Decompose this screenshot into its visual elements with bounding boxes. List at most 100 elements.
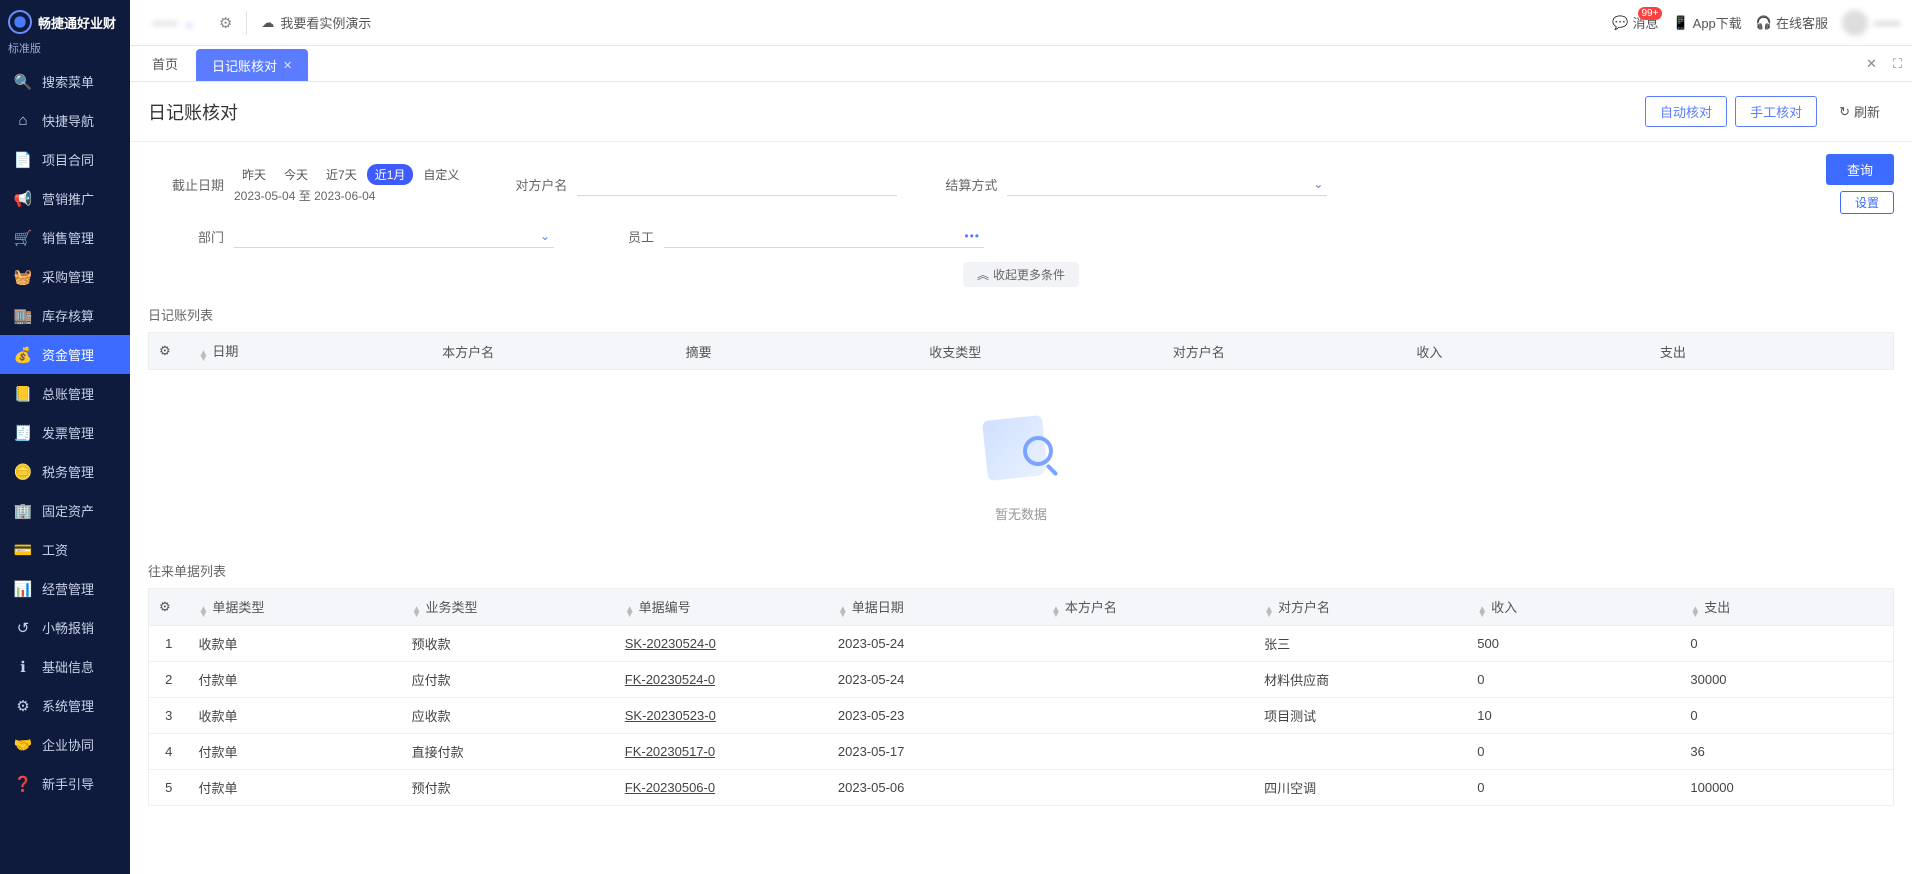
tab-journal-check[interactable]: 日记账核对 ✕ [196,49,308,81]
date-quick-3[interactable]: 近1月 [367,164,414,185]
sidebar-item-10[interactable]: 🪙 税务管理 [0,452,130,491]
cell-out: 0 [1680,698,1893,734]
sort-icon[interactable]: ▲▼ [199,351,209,361]
nav-label: 库存核算 [42,306,94,325]
cell-doctype: 付款单 [189,734,402,770]
cell-docno[interactable]: FK-20230517-0 [615,734,828,770]
org-selector[interactable]: —— ⌄ [142,11,205,35]
journal-col-5[interactable]: 收入 [1406,333,1650,370]
app-download-button[interactable]: 📱 App下载 [1672,13,1741,32]
sort-icon[interactable]: ▲▼ [838,607,848,617]
cell-docno[interactable]: SK-20230524-0 [615,626,828,662]
table-row[interactable]: 2付款单应付款FK-20230524-02023-05-24材料供应商03000… [149,662,1894,698]
chevron-down-icon[interactable]: ⌄ [1313,177,1323,191]
demo-link[interactable]: ☁ 我要看实例演示 [261,13,371,32]
sidebar-item-15[interactable]: ℹ基础信息 [0,647,130,686]
trans-col-0[interactable]: ▲▼单据类型 [189,589,402,626]
chevron-down-icon[interactable]: ⌄ [540,229,550,243]
trans-col-6[interactable]: ▲▼收入 [1467,589,1680,626]
cell-doctype: 收款单 [189,626,402,662]
counter-input[interactable] [577,172,897,196]
nav-label: 营销推广 [42,189,94,208]
sidebar-item-13[interactable]: 📊经营管理 [0,569,130,608]
close-icon[interactable]: ✕ [283,59,292,72]
sidebar-item-7[interactable]: 💰资金管理 [0,335,130,374]
journal-col-1[interactable]: 本方户名 [432,333,676,370]
table-row[interactable]: 5付款单预付款FK-20230506-02023-05-06四川空调010000… [149,770,1894,806]
sidebar-item-18[interactable]: ❓新手引导 [0,764,130,803]
sidebar-item-3[interactable]: 📢营销推广 [0,179,130,218]
sort-icon[interactable]: ▲▼ [1477,607,1487,617]
settings-button[interactable]: 设置 [1840,191,1894,214]
query-button[interactable]: 查询 [1826,154,1894,185]
service-button[interactable]: 🎧 在线客服 [1756,13,1828,32]
sort-icon[interactable]: ▲▼ [625,607,635,617]
staff-input[interactable] [664,224,984,248]
divider [246,11,247,35]
sidebar-item-4[interactable]: 🛒销售管理 [0,218,130,257]
sort-icon[interactable]: ▲▼ [1690,607,1700,617]
manual-check-button[interactable]: 手工核对 [1735,96,1817,127]
settle-input[interactable] [1007,172,1327,196]
sidebar-item-0[interactable]: 🔍搜索菜单 [0,62,130,101]
sidebar-item-11[interactable]: 🏢固定资产 [0,491,130,530]
sidebar-item-2[interactable]: 📄项目合同 [0,140,130,179]
sort-icon[interactable]: ▲▼ [199,607,209,617]
more-icon[interactable]: ••• [964,229,980,243]
trans-col-7[interactable]: ▲▼支出 [1680,589,1893,626]
col-settings[interactable]: ⚙ [149,589,189,626]
sidebar-item-6[interactable]: 🏬库存核算 [0,296,130,335]
trans-col-3[interactable]: ▲▼单据日期 [828,589,1041,626]
collapse-filters-button[interactable]: ︽ 收起更多条件 [963,262,1079,287]
trans-title: 往来单据列表 [130,553,1912,588]
auto-check-button[interactable]: 自动核对 [1645,96,1727,127]
tabs-expand-icon[interactable]: ⛶ [1889,54,1906,74]
brand-edition: 标准版 [0,40,130,56]
dept-input[interactable] [234,224,554,248]
trans-col-4[interactable]: ▲▼本方户名 [1041,589,1254,626]
empty-illustration [971,410,1071,490]
cell-other [1254,734,1467,770]
sidebar-item-1[interactable]: ⌂快捷导航 [0,101,130,140]
nav-icon: 🪙 [14,463,32,481]
refresh-button[interactable]: ↻ 刷新 [1825,97,1894,126]
date-quick-2[interactable]: 近7天 [318,164,365,185]
chevron-up-icon: ︽ [977,266,989,283]
sidebar-item-9[interactable]: 🧾发票管理 [0,413,130,452]
sidebar-item-16[interactable]: ⚙系统管理 [0,686,130,725]
cell-docno[interactable]: FK-20230506-0 [615,770,828,806]
nav-label: 税务管理 [42,462,94,481]
date-quick-0[interactable]: 昨天 [234,164,274,185]
tabs-close-all-icon[interactable]: ✕ [1862,54,1881,74]
table-row[interactable]: 4付款单直接付款FK-20230517-02023-05-17036 [149,734,1894,770]
sidebar-item-17[interactable]: 🤝企业协同 [0,725,130,764]
trans-col-1[interactable]: ▲▼业务类型 [402,589,615,626]
date-quick-4[interactable]: 自定义 [415,164,467,185]
table-row[interactable]: 1收款单预收款SK-20230524-02023-05-24张三5000 [149,626,1894,662]
journal-col-6[interactable]: 支出 [1650,333,1894,370]
user-menu[interactable]: —— [1842,10,1900,36]
journal-col-2[interactable]: 摘要 [676,333,920,370]
messages-button[interactable]: 💬 消息 99+ [1612,13,1658,32]
org-name: —— [152,15,178,30]
sidebar-item-8[interactable]: 📒总账管理 [0,374,130,413]
date-quick-1[interactable]: 今天 [276,164,316,185]
col-settings[interactable]: ⚙ [149,333,189,370]
sort-icon[interactable]: ▲▼ [412,607,422,617]
trans-col-2[interactable]: ▲▼单据编号 [615,589,828,626]
gear-icon[interactable]: ⚙ [219,14,232,32]
sort-icon[interactable]: ▲▼ [1051,607,1061,617]
sort-icon[interactable]: ▲▼ [1264,607,1274,617]
sidebar-item-12[interactable]: 💳工资 [0,530,130,569]
journal-col-0[interactable]: ▲▼日期 [189,333,433,370]
cell-docno[interactable]: SK-20230523-0 [615,698,828,734]
tab-home[interactable]: 首页 [136,46,194,81]
journal-col-4[interactable]: 对方户名 [1163,333,1407,370]
nav-icon: 🔍 [14,73,32,91]
journal-col-3[interactable]: 收支类型 [919,333,1163,370]
sidebar-item-14[interactable]: ↺小畅报销 [0,608,130,647]
table-row[interactable]: 3收款单应收款SK-20230523-02023-05-23项目测试100 [149,698,1894,734]
sidebar-item-5[interactable]: 🧺采购管理 [0,257,130,296]
cell-docno[interactable]: FK-20230524-0 [615,662,828,698]
trans-col-5[interactable]: ▲▼对方户名 [1254,589,1467,626]
